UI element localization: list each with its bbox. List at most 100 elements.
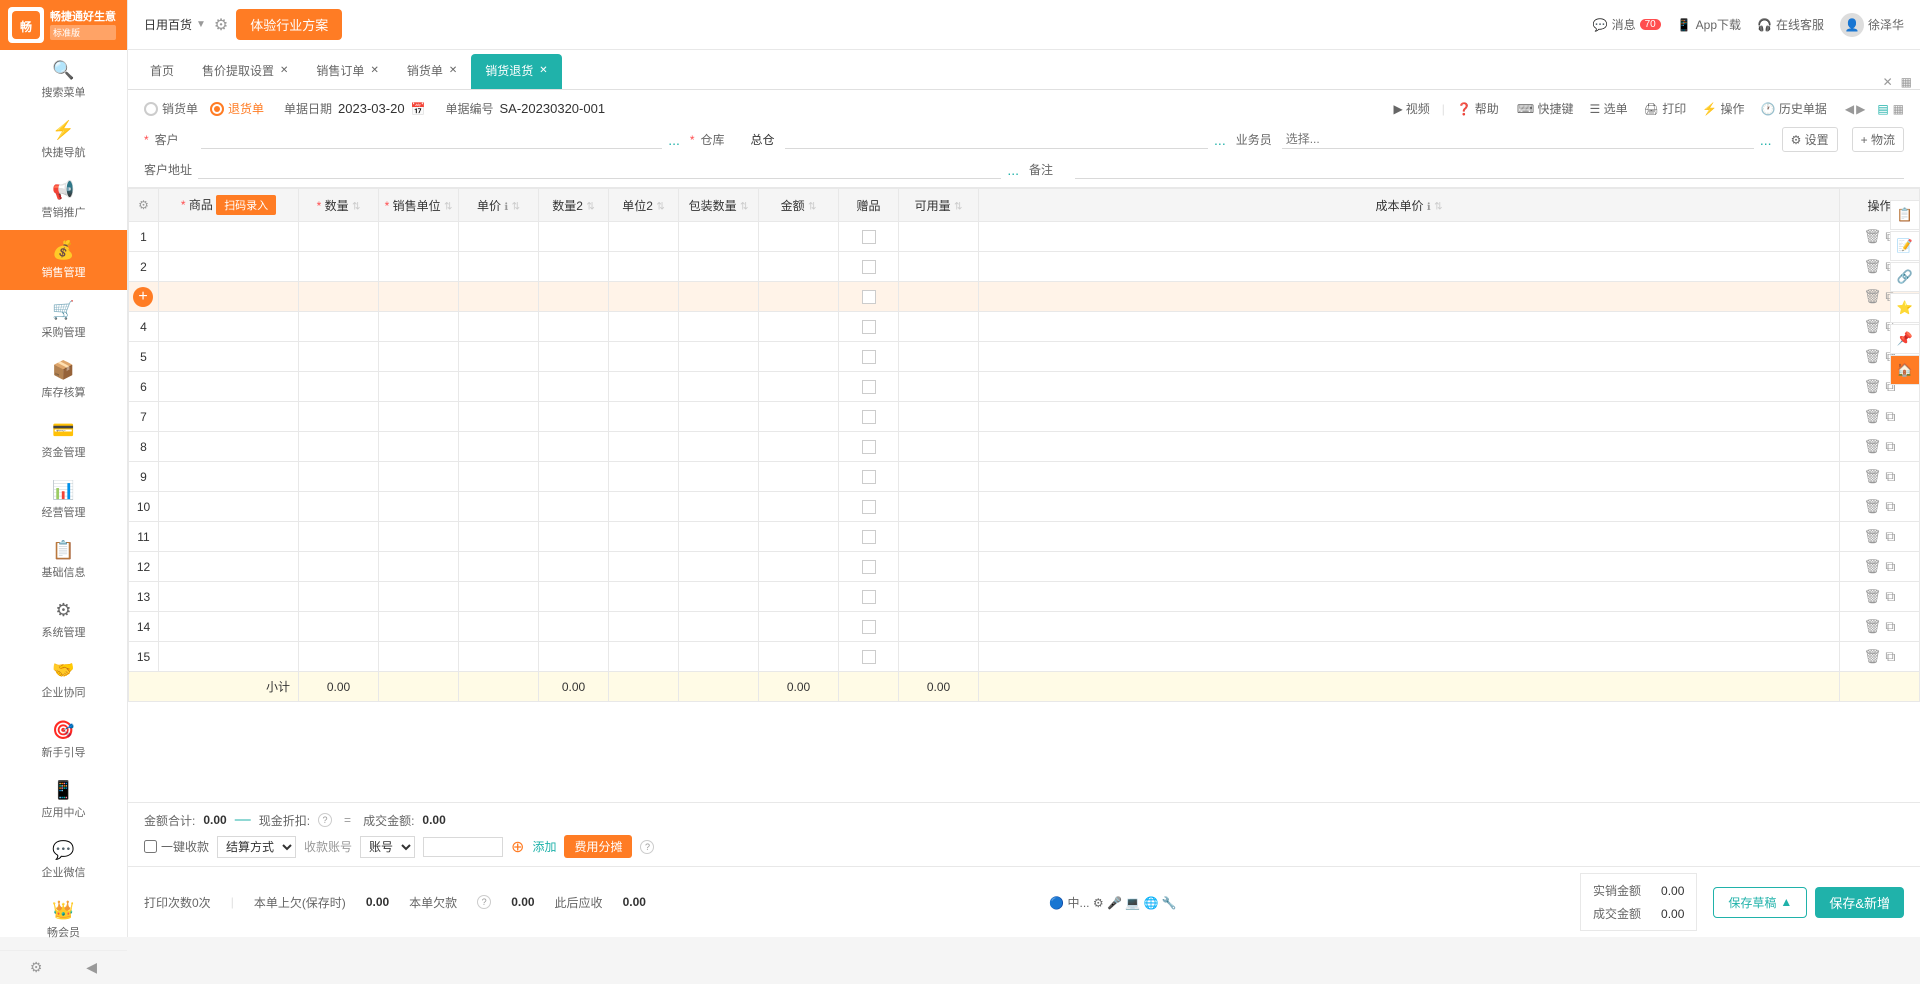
amount-cell-2[interactable]: [759, 252, 839, 282]
calc-method-select[interactable]: 结算方式: [217, 836, 296, 858]
unit2-sort-icon[interactable]: ⇅: [656, 201, 664, 212]
tab-sales-out-close[interactable]: ✕: [449, 65, 457, 76]
rfloat-btn-3[interactable]: 🔗: [1890, 262, 1920, 292]
salesperson-select-btn[interactable]: ...: [1760, 132, 1772, 148]
grid-view-icon[interactable]: ▦: [1893, 102, 1904, 116]
tab-menu-icon[interactable]: ▦: [1901, 75, 1912, 89]
delete-row-4[interactable]: 🗑: [1864, 318, 1882, 335]
settings-button[interactable]: ⚙ 设置: [1782, 127, 1838, 152]
account-select[interactable]: 账号: [360, 836, 415, 858]
costprice-sort-icon[interactable]: ⇅: [1434, 201, 1442, 212]
user-item[interactable]: 👤 徐泽华: [1840, 13, 1904, 37]
qty-sort-icon[interactable]: ⇅: [352, 201, 360, 212]
price-sort-icon[interactable]: ⇅: [512, 201, 520, 212]
available-cell-2[interactable]: [899, 252, 979, 282]
industry-select[interactable]: 日用百货 ▼: [144, 16, 206, 33]
qty2-cell-1[interactable]: [539, 222, 609, 252]
qty-cell-1[interactable]: [299, 222, 379, 252]
copy-row-11[interactable]: ⧉: [1885, 528, 1895, 545]
column-settings-icon[interactable]: ⚙: [138, 198, 149, 212]
amount-cell-1[interactable]: [759, 222, 839, 252]
sidebar-item-finance[interactable]: 💳 资金管理: [0, 410, 127, 470]
delete-row-2[interactable]: 🗑: [1864, 258, 1882, 275]
prev-arrow[interactable]: ◀: [1845, 102, 1854, 116]
gift-checkbox-10[interactable]: [862, 500, 876, 514]
gift-checkbox-1[interactable]: [862, 230, 876, 244]
unit-cell-2[interactable]: [379, 252, 459, 282]
video-link[interactable]: ▶ 视频: [1393, 100, 1429, 117]
sidebar-item-purchase[interactable]: 🛒 采购管理: [0, 290, 127, 350]
help-link[interactable]: ❓ 帮助: [1457, 100, 1499, 117]
add-payment-icon[interactable]: ⊕: [511, 837, 524, 857]
payment-checkbox-label[interactable]: 一键收款: [144, 838, 209, 855]
costprice-cell-1[interactable]: [979, 222, 1840, 252]
address-select-btn[interactable]: ...: [1007, 162, 1019, 178]
address-input[interactable]: [198, 160, 1001, 179]
costprice-cell-3[interactable]: [979, 282, 1840, 312]
gift-checkbox-12[interactable]: [862, 560, 876, 574]
available-sort-icon[interactable]: ⇅: [954, 201, 962, 212]
radio-sale[interactable]: 销货单: [144, 100, 198, 117]
tab-price-extract[interactable]: 售价提取设置 ✕: [188, 54, 302, 89]
payment-checkbox[interactable]: [144, 840, 157, 853]
gift-cell-2[interactable]: [839, 252, 899, 282]
tab-sales-order[interactable]: 销售订单 ✕: [302, 54, 392, 89]
copy-row-7[interactable]: ⧉: [1885, 408, 1895, 425]
sidebar-item-operation[interactable]: 📊 经营管理: [0, 470, 127, 530]
gift-checkbox-15[interactable]: [862, 650, 876, 664]
barcode-btn[interactable]: 扫码录入: [216, 195, 276, 215]
price-cell-1[interactable]: [459, 222, 539, 252]
history-btn[interactable]: 🕐 历史单据: [1755, 98, 1833, 119]
delete-row-5[interactable]: 🗑: [1864, 348, 1882, 365]
discount-help-icon[interactable]: ?: [318, 813, 332, 827]
delete-row-8[interactable]: 🗑: [1864, 438, 1882, 455]
fee-help-icon[interactable]: ?: [640, 840, 654, 854]
operate-btn[interactable]: ⚡ 操作: [1696, 98, 1750, 119]
sidebar-item-search[interactable]: 🔍 搜索菜单: [0, 50, 127, 110]
salesperson-input[interactable]: [1282, 130, 1754, 149]
delete-row-1[interactable]: 🗑: [1864, 228, 1882, 245]
available-cell-3[interactable]: [899, 282, 979, 312]
gift-checkbox-5[interactable]: [862, 350, 876, 364]
gift-checkbox-9[interactable]: [862, 470, 876, 484]
delete-row-13[interactable]: 🗑: [1864, 588, 1882, 605]
gift-checkbox-2[interactable]: [862, 260, 876, 274]
available-cell-1[interactable]: [899, 222, 979, 252]
rfloat-btn-2[interactable]: 📝: [1890, 231, 1920, 261]
save-new-button[interactable]: 保存&新增: [1815, 887, 1904, 918]
tab-close-all-icon[interactable]: ✕: [1883, 75, 1893, 89]
shortcuts-btn[interactable]: ⌨ 快捷键: [1511, 98, 1580, 119]
remark-input[interactable]: [1075, 160, 1904, 179]
delete-row-9[interactable]: 🗑: [1864, 468, 1882, 485]
copy-row-8[interactable]: ⧉: [1885, 438, 1895, 455]
save-draft-button[interactable]: 保存草稿 ▲: [1713, 887, 1807, 918]
qty2-cell-3[interactable]: [539, 282, 609, 312]
message-item[interactable]: 💬 消息 70: [1593, 16, 1661, 33]
product-cell-3[interactable]: [159, 282, 299, 312]
online-service-item[interactable]: 🎧 在线客服: [1757, 16, 1824, 33]
packqty-cell-1[interactable]: [679, 222, 759, 252]
costprice-info-icon[interactable]: ℹ: [1427, 202, 1431, 213]
packqty-cell-2[interactable]: [679, 252, 759, 282]
unit2-cell-3[interactable]: [609, 282, 679, 312]
fee-split-button[interactable]: 费用分摊: [564, 835, 632, 858]
sidebar-item-member[interactable]: 👑 畅会员: [0, 890, 127, 950]
minus-icon[interactable]: —: [235, 811, 251, 829]
gift-checkbox-4[interactable]: [862, 320, 876, 334]
amount-sort-icon[interactable]: ⇅: [808, 201, 816, 212]
debt-help-icon[interactable]: ?: [477, 895, 491, 909]
sidebar-item-shortcut[interactable]: ⚡ 快捷导航: [0, 110, 127, 170]
gift-checkbox-14[interactable]: [862, 620, 876, 634]
app-download-item[interactable]: 📱 App下载: [1677, 16, 1741, 33]
delete-row-12[interactable]: 🗑: [1864, 558, 1882, 575]
amount-input[interactable]: [423, 837, 503, 857]
tab-sales-return-close[interactable]: ✕: [539, 65, 547, 76]
product-input-3[interactable]: [163, 290, 294, 304]
delete-row-10[interactable]: 🗑: [1864, 498, 1882, 515]
product-cell-1[interactable]: [159, 222, 299, 252]
list-view-icon[interactable]: ▤: [1877, 102, 1888, 116]
tab-price-extract-close[interactable]: ✕: [280, 65, 288, 76]
gift-cell-1[interactable]: [839, 222, 899, 252]
sidebar-item-marketing[interactable]: 📢 营销推广: [0, 170, 127, 230]
radio-return[interactable]: 退货单: [210, 100, 264, 117]
